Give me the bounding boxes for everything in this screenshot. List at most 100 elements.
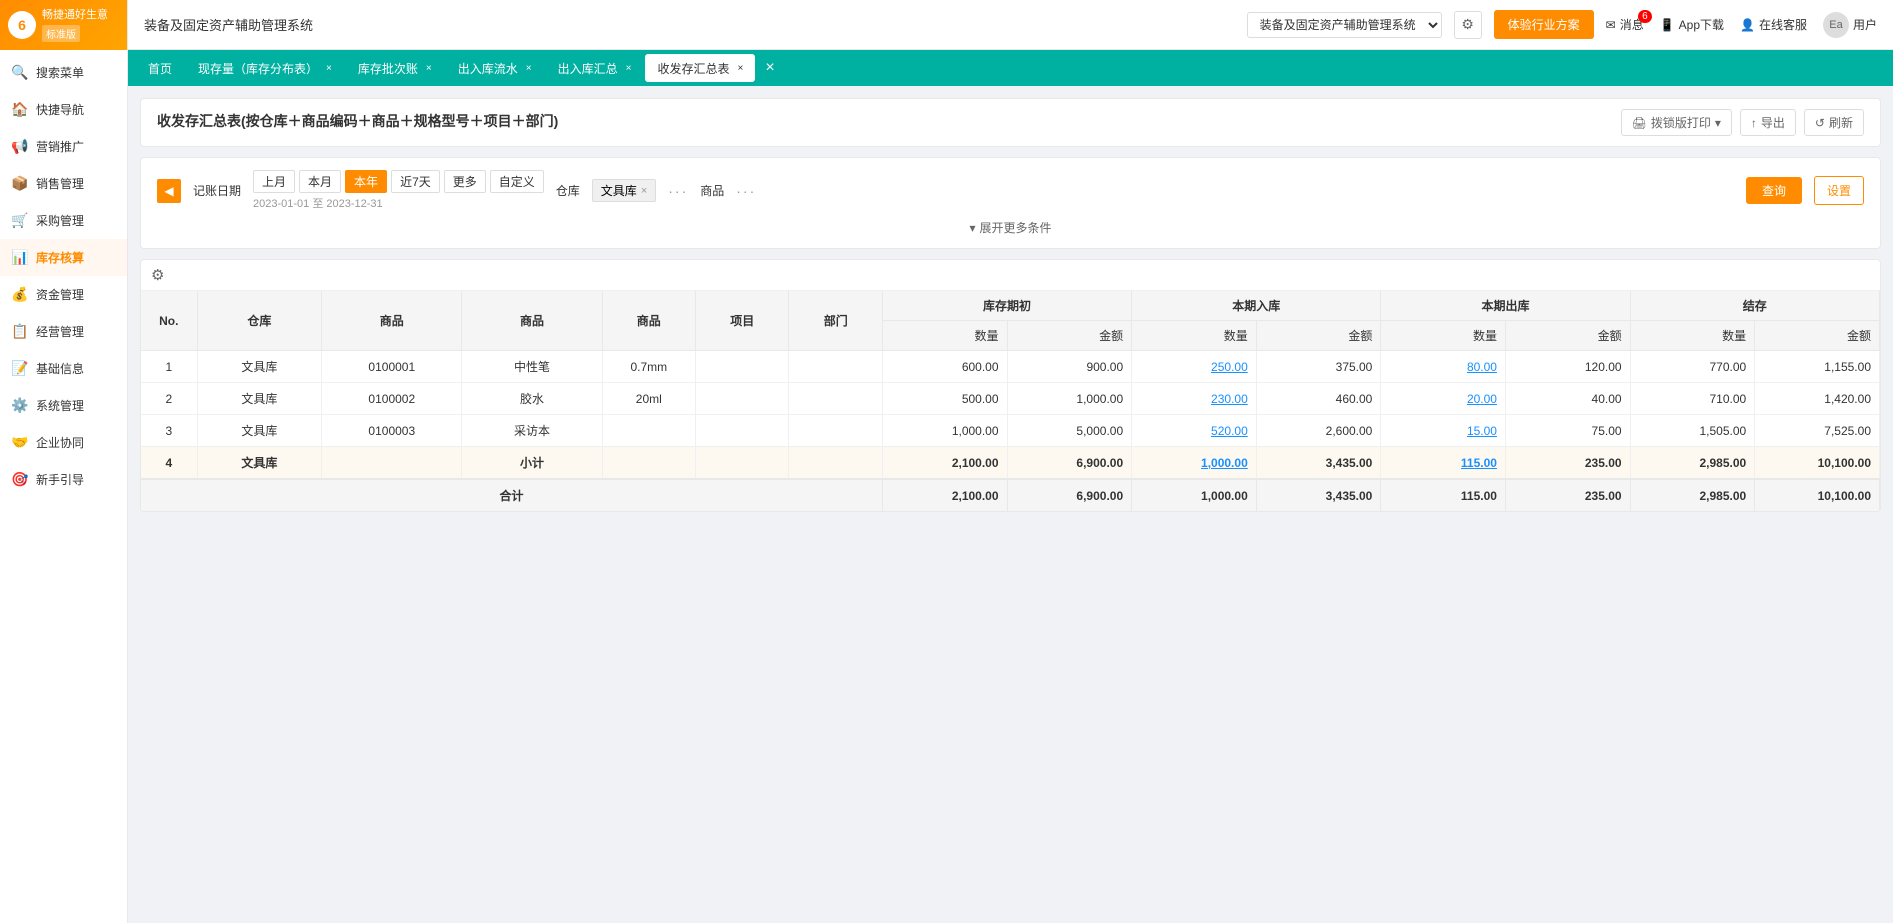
sidebar-item-collab[interactable]: 🤝 企业协同 — [0, 424, 127, 461]
warehouse-more-dots[interactable]: ··· — [668, 183, 688, 199]
sidebar-item-label: 快捷导航 — [36, 101, 84, 118]
sidebar-item-quicknav[interactable]: 🏠 快捷导航 — [0, 91, 127, 128]
export-icon: ↑ — [1751, 116, 1757, 130]
out-qty-link[interactable]: 20.00 — [1467, 392, 1497, 406]
message-button[interactable]: ✉ 消息 6 — [1606, 16, 1644, 33]
in-qty-link[interactable]: 230.00 — [1211, 392, 1248, 406]
cell-out-qty: 115.00 — [1381, 447, 1506, 480]
tabbar: 首页 现存量（库存分布表） × 库存批次账 × 出入库流水 × 出入库汇总 × … — [128, 50, 1893, 86]
sidebar-item-basicinfo[interactable]: 📝 基础信息 — [0, 350, 127, 387]
product-more-dots[interactable]: ··· — [736, 183, 756, 199]
sidebar-item-operations[interactable]: 📋 经营管理 — [0, 313, 127, 350]
sidebar-item-label: 销售管理 — [36, 175, 84, 192]
cell-code: 0100001 — [322, 351, 462, 383]
warehouse-tag-close[interactable]: × — [641, 185, 647, 197]
cell-code: 0100003 — [322, 415, 462, 447]
print-mode-button[interactable]: 🖨 拨锁版打印 ▾ — [1621, 109, 1732, 136]
avatar: Ea — [1823, 12, 1849, 38]
tab-batch[interactable]: 库存批次账 × — [346, 54, 444, 82]
in-qty-link[interactable]: 250.00 — [1211, 360, 1248, 374]
col-subheader-balance-qty: 数量 — [1630, 321, 1755, 351]
tab-inout-summary[interactable]: 出入库汇总 × — [546, 54, 644, 82]
sidebar-item-finance[interactable]: 💰 资金管理 — [0, 276, 127, 313]
table-gear-icon[interactable]: ⚙ — [151, 266, 164, 284]
tab-stock-dist[interactable]: 现存量（库存分布表） × — [186, 54, 344, 82]
sidebar-item-label: 库存核算 — [36, 249, 84, 266]
cell-balance-qty: 1,505.00 — [1630, 415, 1755, 447]
sidebar-item-marketing[interactable]: 📢 营销推广 — [0, 128, 127, 165]
tab-inout-summary-close[interactable]: × — [626, 63, 632, 74]
collab-icon: 🤝 — [12, 435, 28, 451]
query-button[interactable]: 查询 — [1746, 177, 1802, 204]
app-download-button[interactable]: 📱 App下载 — [1660, 16, 1724, 33]
cell-opening-amt: 900.00 — [1007, 351, 1132, 383]
date-btn-up[interactable]: 上月 — [253, 170, 295, 193]
filter-setting-button[interactable]: 设置 — [1814, 176, 1864, 205]
cell-out-amt: 75.00 — [1505, 415, 1630, 447]
cell-in-amt: 375.00 — [1256, 351, 1381, 383]
sidebar: 6 畅捷通好生意 标准版 🔍 搜索菜单 🏠 快捷导航 📢 营销推广 📦 销售管理… — [0, 0, 128, 923]
tabbar-close-button[interactable]: × — [765, 59, 774, 77]
message-icon: ✉ — [1606, 18, 1616, 32]
col-header-no: No. — [141, 291, 197, 351]
cell-out-amt: 40.00 — [1505, 383, 1630, 415]
trial-button[interactable]: 体验行业方案 — [1494, 10, 1594, 39]
date-btn-custom[interactable]: 自定义 — [490, 170, 544, 193]
sidebar-item-search[interactable]: 🔍 搜索菜单 — [0, 54, 127, 91]
tab-home-label: 首页 — [148, 60, 172, 77]
cell-project — [696, 415, 789, 447]
sidebar-header: 6 畅捷通好生意 标准版 — [0, 0, 127, 50]
date-btn-cur[interactable]: 本月 — [299, 170, 341, 193]
finance-icon: 💰 — [12, 287, 28, 303]
col-group-balance: 结存 — [1630, 291, 1879, 321]
cell-in-qty: 1,000.00 — [1132, 447, 1257, 480]
refresh-label: 刷新 — [1829, 114, 1853, 131]
export-button[interactable]: ↑ 导出 — [1740, 109, 1796, 136]
out-qty-link[interactable]: 15.00 — [1467, 424, 1497, 438]
cell-in-qty: 230.00 — [1132, 383, 1257, 415]
expand-icon: ▾ — [969, 221, 975, 235]
sidebar-item-sales[interactable]: 📦 销售管理 — [0, 165, 127, 202]
tab-recv-send-label: 收发存汇总表 — [657, 60, 729, 77]
tab-inout-flow-close[interactable]: × — [526, 63, 532, 74]
sales-icon: 📦 — [12, 176, 28, 192]
date-btn-year[interactable]: 本年 — [345, 170, 387, 193]
col-header-warehouse: 仓库 — [197, 291, 322, 351]
sidebar-item-system[interactable]: ⚙️ 系统管理 — [0, 387, 127, 424]
user-menu[interactable]: Ea 用户 — [1823, 12, 1877, 38]
tab-stock-dist-close[interactable]: × — [326, 63, 332, 74]
sidebar-item-inventory[interactable]: 📊 库存核算 — [0, 239, 127, 276]
col-subheader-out-amt: 金额 — [1505, 321, 1630, 351]
warehouse-tag: 文具库 × — [592, 179, 656, 202]
cell-out-qty: 20.00 — [1381, 383, 1506, 415]
app-label: App下载 — [1679, 16, 1724, 33]
cell-dept — [789, 351, 882, 383]
sidebar-item-label: 搜索菜单 — [36, 64, 84, 81]
table-footer-row: 合计 2,100.00 6,900.00 1,000.00 3,435.00 1… — [141, 479, 1880, 511]
col-header-spec: 商品 — [602, 291, 695, 351]
service-button[interactable]: 👤 在线客服 — [1740, 16, 1807, 33]
date-btn-more[interactable]: 更多 — [444, 170, 486, 193]
chevron-down-icon: ▾ — [1715, 116, 1721, 130]
tab-home[interactable]: 首页 — [136, 54, 184, 82]
expand-conditions-button[interactable]: ▾ 展开更多条件 — [969, 219, 1051, 236]
topbar-gear-button[interactable]: ⚙ — [1454, 11, 1482, 39]
table-row: 1文具库0100001中性笔0.7mm600.00900.00250.00375… — [141, 351, 1880, 383]
out-qty-link[interactable]: 115.00 — [1461, 456, 1497, 470]
in-qty-link[interactable]: 520.00 — [1211, 424, 1248, 438]
print-icon: 🖨 — [1632, 116, 1647, 130]
cell-balance-qty: 710.00 — [1630, 383, 1755, 415]
table-row: 3文具库0100003采访本1,000.005,000.00520.002,60… — [141, 415, 1880, 447]
tab-recv-send-close[interactable]: × — [737, 63, 743, 74]
tab-recv-send[interactable]: 收发存汇总表 × — [645, 54, 755, 82]
tab-batch-close[interactable]: × — [426, 63, 432, 74]
date-btn-7d[interactable]: 近7天 — [391, 170, 440, 193]
tab-inout-flow[interactable]: 出入库流水 × — [446, 54, 544, 82]
sidebar-item-guide[interactable]: 🎯 新手引导 — [0, 461, 127, 498]
filter-collapse-button[interactable]: ◀ — [157, 179, 181, 203]
refresh-button[interactable]: ↺ 刷新 — [1804, 109, 1864, 136]
in-qty-link[interactable]: 1,000.00 — [1201, 456, 1248, 470]
system-select[interactable]: 装备及固定资产辅助管理系统 — [1247, 12, 1442, 38]
sidebar-item-purchase[interactable]: 🛒 采购管理 — [0, 202, 127, 239]
out-qty-link[interactable]: 80.00 — [1467, 360, 1497, 374]
